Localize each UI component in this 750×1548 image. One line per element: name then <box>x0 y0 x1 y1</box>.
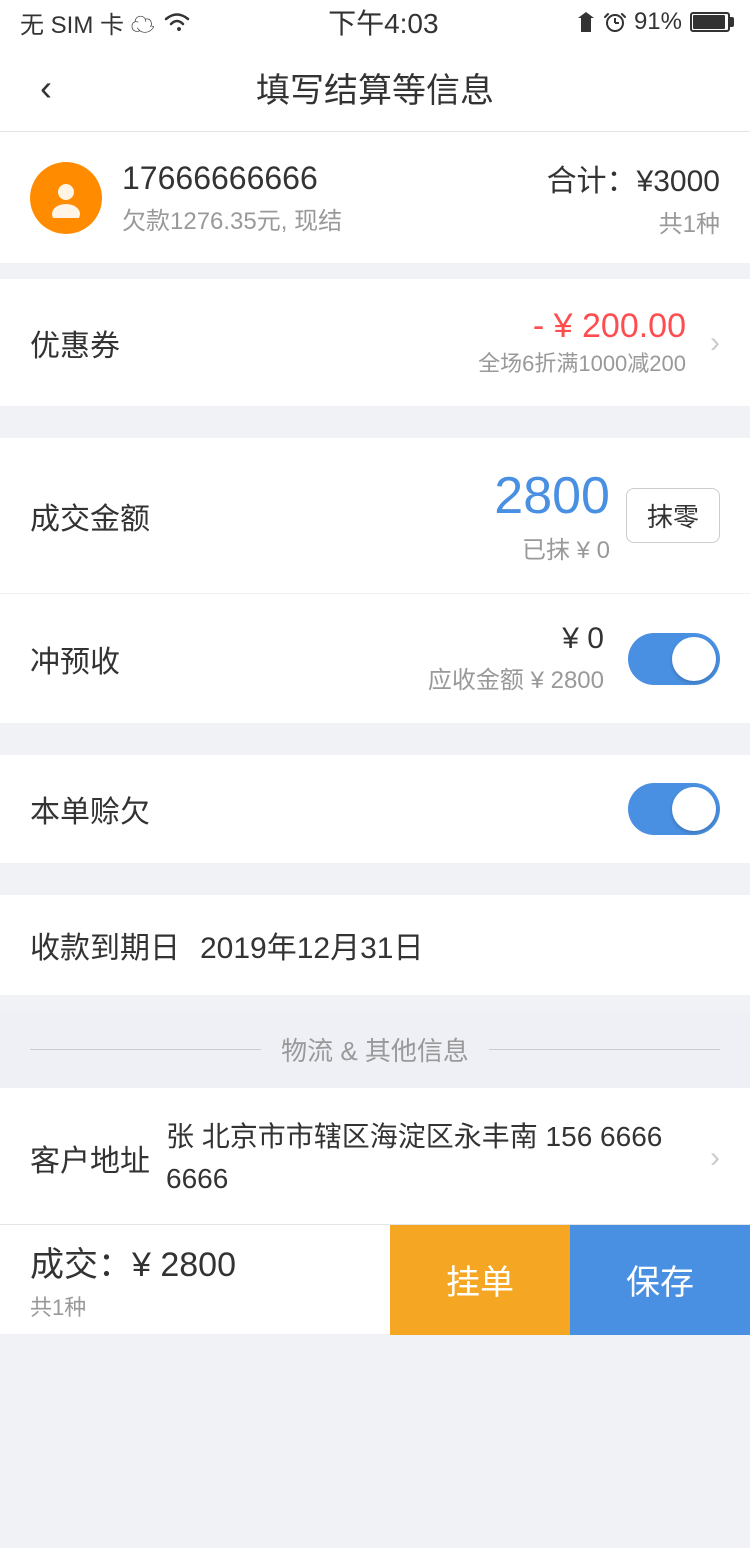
debt-toggle[interactable] <box>628 783 720 835</box>
total-count: 共1种 <box>547 204 720 239</box>
debt-toggle-knob <box>672 787 716 831</box>
save-button[interactable]: 保存 <box>570 1225 750 1335</box>
coupon-value: - ¥ 200.00 全场6折满1000减200 › <box>478 307 720 378</box>
battery-icon <box>690 12 730 32</box>
debt-section: 本单赊欠 <box>0 755 750 863</box>
bottom-deal-info: 成交：¥ 2800 <box>30 1237 360 1286</box>
coupon-label: 优惠券 <box>30 321 120 365</box>
pre-receive-label: 冲预收 <box>30 637 120 681</box>
deal-amount-value: 2800 <box>494 466 610 526</box>
status-right: 91% <box>576 8 730 36</box>
wifi-icon <box>163 11 191 33</box>
customer-card: 17666666666 欠款1276.35元, 现结 合计：¥3000 共1种 <box>0 132 750 263</box>
sim-label: 无 SIM 卡 ☁ <box>20 5 155 40</box>
alarm-icon <box>604 10 626 34</box>
deal-section: 成交金额 2800 已抹 ¥ 0 抹零 冲预收 ¥ 0 应收金额 ¥ 2800 <box>0 438 750 723</box>
due-date-value: 2019年12月31日 <box>200 923 423 967</box>
pre-receive-toggle[interactable] <box>628 633 720 685</box>
bottom-count: 共1种 <box>30 1290 360 1322</box>
deal-amount-row: 成交金额 2800 已抹 ¥ 0 抹零 <box>0 438 750 594</box>
avatar <box>30 162 102 234</box>
due-date-label: 收款到期日 <box>30 923 180 967</box>
battery-percent: 91% <box>634 8 682 36</box>
address-value: 张 北京市市辖区海淀区永丰南 156 6666 6666 <box>166 1116 686 1200</box>
back-button[interactable]: ‹ <box>30 57 62 119</box>
address-label: 客户地址 <box>30 1136 150 1180</box>
bottom-deal-amount: ¥ 2800 <box>132 1246 236 1284</box>
section-gap-1 <box>0 422 750 438</box>
customer-info: 17666666666 欠款1276.35元, 现结 <box>122 160 342 236</box>
deal-amount-sub: 已抹 ¥ 0 <box>494 530 610 565</box>
pre-receive-right: ¥ 0 应收金额 ¥ 2800 <box>428 622 720 695</box>
deal-amount-right: 2800 已抹 ¥ 0 抹零 <box>494 466 720 565</box>
coupon-amount: - ¥ 200.00 <box>478 307 686 346</box>
status-bar: 无 SIM 卡 ☁ 下午4:03 91% <box>0 0 750 44</box>
coupon-desc: 全场6折满1000减200 <box>478 346 686 378</box>
bottom-summary: 成交：¥ 2800 共1种 <box>0 1237 390 1322</box>
customer-phone: 17666666666 <box>122 160 342 197</box>
section-gap-2 <box>0 739 750 755</box>
due-date-row: 收款到期日 2019年12月31日 <box>0 895 750 995</box>
toggle-knob <box>672 637 716 681</box>
bottom-deal-label: 成交： <box>30 1246 132 1284</box>
nav-title: 填写结算等信息 <box>256 63 494 112</box>
bottom-bar: 成交：¥ 2800 共1种 挂单 保存 <box>0 1224 750 1334</box>
content-area: 17666666666 欠款1276.35元, 现结 合计：¥3000 共1种 … <box>0 132 750 1548</box>
pre-receive-row: 冲预收 ¥ 0 应收金额 ¥ 2800 <box>0 594 750 723</box>
customer-right: 合计：¥3000 共1种 <box>547 156 720 239</box>
debt-row: 本单赊欠 <box>0 755 750 863</box>
location-icon <box>576 10 596 34</box>
pre-receive-amount: ¥ 0 <box>428 622 604 656</box>
hold-button[interactable]: 挂单 <box>390 1225 570 1335</box>
nav-bar: ‹ 填写结算等信息 <box>0 44 750 132</box>
customer-left: 17666666666 欠款1276.35元, 现结 <box>30 160 342 236</box>
status-time: 下午4:03 <box>328 2 439 42</box>
logistics-label: 物流 & 其他信息 <box>281 1031 469 1068</box>
round-zero-button[interactable]: 抹零 <box>626 488 720 543</box>
deal-amount-label: 成交金额 <box>30 494 150 538</box>
logistics-divider: 物流 & 其他信息 <box>0 1011 750 1088</box>
debt-label: 本单赊欠 <box>30 787 150 831</box>
coupon-row[interactable]: 优惠券 - ¥ 200.00 全场6折满1000减200 › <box>0 279 750 406</box>
customer-sub: 欠款1276.35元, 现结 <box>122 201 342 236</box>
address-chevron-icon: › <box>710 1141 720 1175</box>
pre-receive-sub: 应收金额 ¥ 2800 <box>428 660 604 695</box>
coupon-section: 优惠券 - ¥ 200.00 全场6折满1000减200 › <box>0 279 750 406</box>
chevron-right-icon: › <box>710 326 720 360</box>
address-row[interactable]: 客户地址 张 北京市市辖区海淀区永丰南 156 6666 6666 › <box>0 1088 750 1228</box>
section-gap-4 <box>0 995 750 1011</box>
section-gap-3 <box>0 879 750 895</box>
status-left: 无 SIM 卡 ☁ <box>20 5 191 40</box>
total-amount: 合计：¥3000 <box>547 156 720 200</box>
